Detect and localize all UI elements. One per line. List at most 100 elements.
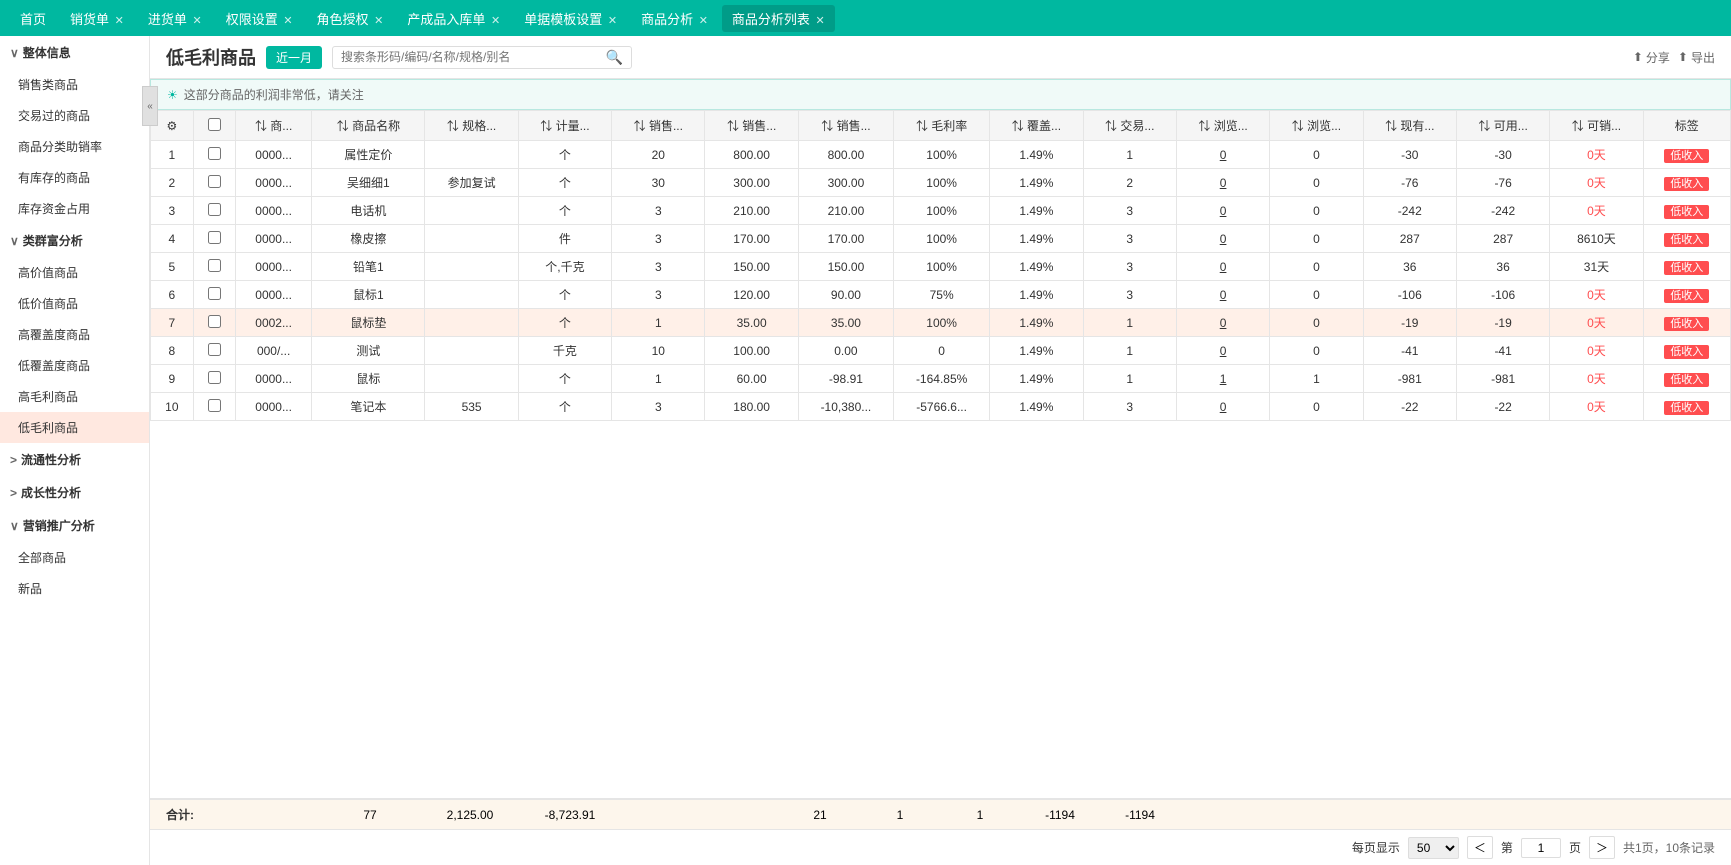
share-button[interactable]: ⬆ 分享: [1633, 49, 1670, 66]
cell-checkbox-8[interactable]: [193, 365, 235, 393]
nav-close-product[interactable]: ✕: [491, 15, 500, 27]
col-tag[interactable]: 标签: [1643, 111, 1730, 141]
col-cover-rate[interactable]: ⇅ 覆盖...: [990, 111, 1083, 141]
cell-checkbox-7[interactable]: [193, 337, 235, 365]
row-checkbox-3[interactable]: [208, 231, 221, 244]
nav-item-role[interactable]: 角色授权 ✕: [307, 5, 394, 32]
col-available[interactable]: ⇅ 可用...: [1456, 111, 1549, 141]
view1-link-0[interactable]: 0: [1220, 148, 1227, 162]
sidebar-item-category-rate[interactable]: 商品分类助销率: [0, 131, 149, 162]
view1-link-5[interactable]: 0: [1220, 288, 1227, 302]
col-view2[interactable]: ⇅ 浏览...: [1270, 111, 1363, 141]
sidebar-item-traded-goods[interactable]: 交易过的商品: [0, 100, 149, 131]
cell-view1-4[interactable]: 0: [1176, 253, 1269, 281]
view1-link-4[interactable]: 0: [1220, 260, 1227, 274]
nav-close-role[interactable]: ✕: [374, 15, 383, 27]
cell-view1-6[interactable]: 0: [1176, 309, 1269, 337]
nav-close-goods[interactable]: ✕: [699, 15, 708, 27]
row-checkbox-6[interactable]: [208, 315, 221, 328]
sidebar-group-marketing[interactable]: ∨ 营销推广分析: [0, 509, 149, 542]
nav-close-permission[interactable]: ✕: [283, 15, 292, 27]
sidebar-item-high-value[interactable]: 高价值商品: [0, 257, 149, 288]
cell-view1-3[interactable]: 0: [1176, 225, 1269, 253]
view1-link-9[interactable]: 0: [1220, 400, 1227, 414]
sidebar-item-stock-capital[interactable]: 库存资金占用: [0, 193, 149, 224]
view1-link-2[interactable]: 0: [1220, 204, 1227, 218]
nav-close-sales[interactable]: ✕: [115, 15, 124, 27]
sidebar-item-high-margin[interactable]: 高毛利商品: [0, 381, 149, 412]
sidebar-item-sales-goods[interactable]: 销售类商品: [0, 69, 149, 100]
cell-view1-1[interactable]: 0: [1176, 169, 1269, 197]
view1-link-1[interactable]: 0: [1220, 176, 1227, 190]
cell-view1-9[interactable]: 0: [1176, 393, 1269, 421]
page-size-select[interactable]: 50 100 200: [1408, 837, 1459, 859]
cell-checkbox-0[interactable]: [193, 141, 235, 169]
cell-checkbox-2[interactable]: [193, 197, 235, 225]
sidebar-group-cluster[interactable]: ∨ 类群富分析: [0, 224, 149, 257]
cell-checkbox-1[interactable]: [193, 169, 235, 197]
col-sellable[interactable]: ⇅ 可销...: [1550, 111, 1643, 141]
sidebar-item-low-coverage[interactable]: 低覆盖度商品: [0, 350, 149, 381]
row-checkbox-5[interactable]: [208, 287, 221, 300]
search-input[interactable]: [341, 50, 606, 64]
nav-item-goods-analysis[interactable]: 商品分析 ✕: [631, 5, 718, 32]
sidebar-group-overview[interactable]: ∨ 整体信息: [0, 36, 149, 69]
cell-view1-8[interactable]: 1: [1176, 365, 1269, 393]
sidebar-item-low-margin[interactable]: 低毛利商品: [0, 412, 149, 443]
col-sales-amount[interactable]: ⇅ 销售...: [798, 111, 893, 141]
nav-close-template[interactable]: ✕: [608, 15, 617, 27]
nav-item-goods-analysis-list[interactable]: 商品分析列表 ✕: [722, 5, 835, 32]
col-trade[interactable]: ⇅ 交易...: [1083, 111, 1176, 141]
col-checkbox[interactable]: [193, 111, 235, 141]
prev-page-button[interactable]: ＜: [1467, 836, 1493, 859]
row-checkbox-7[interactable]: [208, 343, 221, 356]
nav-item-purchase[interactable]: 进货单 ✕: [138, 5, 212, 32]
col-sales-price[interactable]: ⇅ 销售...: [705, 111, 798, 141]
cell-view1-0[interactable]: 0: [1176, 141, 1269, 169]
sidebar-item-low-value[interactable]: 低价值商品: [0, 288, 149, 319]
nav-item-product-entry[interactable]: 产成品入库单 ✕: [397, 5, 510, 32]
col-view1[interactable]: ⇅ 浏览...: [1176, 111, 1269, 141]
select-all-checkbox[interactable]: [208, 118, 221, 131]
sidebar-item-high-coverage[interactable]: 高覆盖度商品: [0, 319, 149, 350]
col-unit[interactable]: ⇅ 计量...: [518, 111, 611, 141]
cell-view1-7[interactable]: 0: [1176, 337, 1269, 365]
cell-checkbox-4[interactable]: [193, 253, 235, 281]
nav-item-home[interactable]: 首页: [10, 5, 56, 32]
col-spec[interactable]: ⇅ 规格...: [425, 111, 518, 141]
sidebar-item-new-goods[interactable]: 新品: [0, 573, 149, 604]
nav-close-purchase[interactable]: ✕: [192, 15, 201, 27]
export-button[interactable]: ⬆ 导出: [1678, 49, 1715, 66]
nav-item-sales[interactable]: 销货单 ✕: [60, 5, 134, 32]
col-current[interactable]: ⇅ 现有...: [1363, 111, 1456, 141]
cell-view1-5[interactable]: 0: [1176, 281, 1269, 309]
cell-checkbox-5[interactable]: [193, 281, 235, 309]
view1-link-3[interactable]: 0: [1220, 232, 1227, 246]
sidebar-group-growth[interactable]: > 成长性分析: [0, 476, 149, 509]
view1-link-7[interactable]: 0: [1220, 344, 1227, 358]
col-gross-rate[interactable]: ⇅ 毛利率: [894, 111, 990, 141]
view1-link-6[interactable]: 0: [1220, 316, 1227, 330]
cell-checkbox-3[interactable]: [193, 225, 235, 253]
nav-close-goods-list[interactable]: ✕: [816, 15, 825, 27]
row-checkbox-1[interactable]: [208, 175, 221, 188]
date-filter-button[interactable]: 近一月: [266, 46, 322, 69]
col-code[interactable]: ⇅ 商...: [235, 111, 311, 141]
nav-item-template[interactable]: 单据模板设置 ✕: [514, 5, 627, 32]
nav-item-permission[interactable]: 权限设置 ✕: [216, 5, 303, 32]
row-checkbox-2[interactable]: [208, 203, 221, 216]
view1-link-8[interactable]: 1: [1220, 372, 1227, 386]
search-icon[interactable]: 🔍: [606, 49, 623, 66]
next-page-button[interactable]: ＞: [1589, 836, 1615, 859]
sidebar-item-all-goods[interactable]: 全部商品: [0, 542, 149, 573]
cell-checkbox-6[interactable]: [193, 309, 235, 337]
row-checkbox-9[interactable]: [208, 399, 221, 412]
sidebar-item-stocked-goods[interactable]: 有库存的商品: [0, 162, 149, 193]
page-number-input[interactable]: [1521, 838, 1561, 858]
sidebar-group-circulation[interactable]: > 流通性分析: [0, 443, 149, 476]
row-checkbox-0[interactable]: [208, 147, 221, 160]
col-name[interactable]: ⇅ 商品名称: [312, 111, 425, 141]
row-checkbox-8[interactable]: [208, 371, 221, 384]
col-sales-qty[interactable]: ⇅ 销售...: [612, 111, 705, 141]
cell-checkbox-9[interactable]: [193, 393, 235, 421]
